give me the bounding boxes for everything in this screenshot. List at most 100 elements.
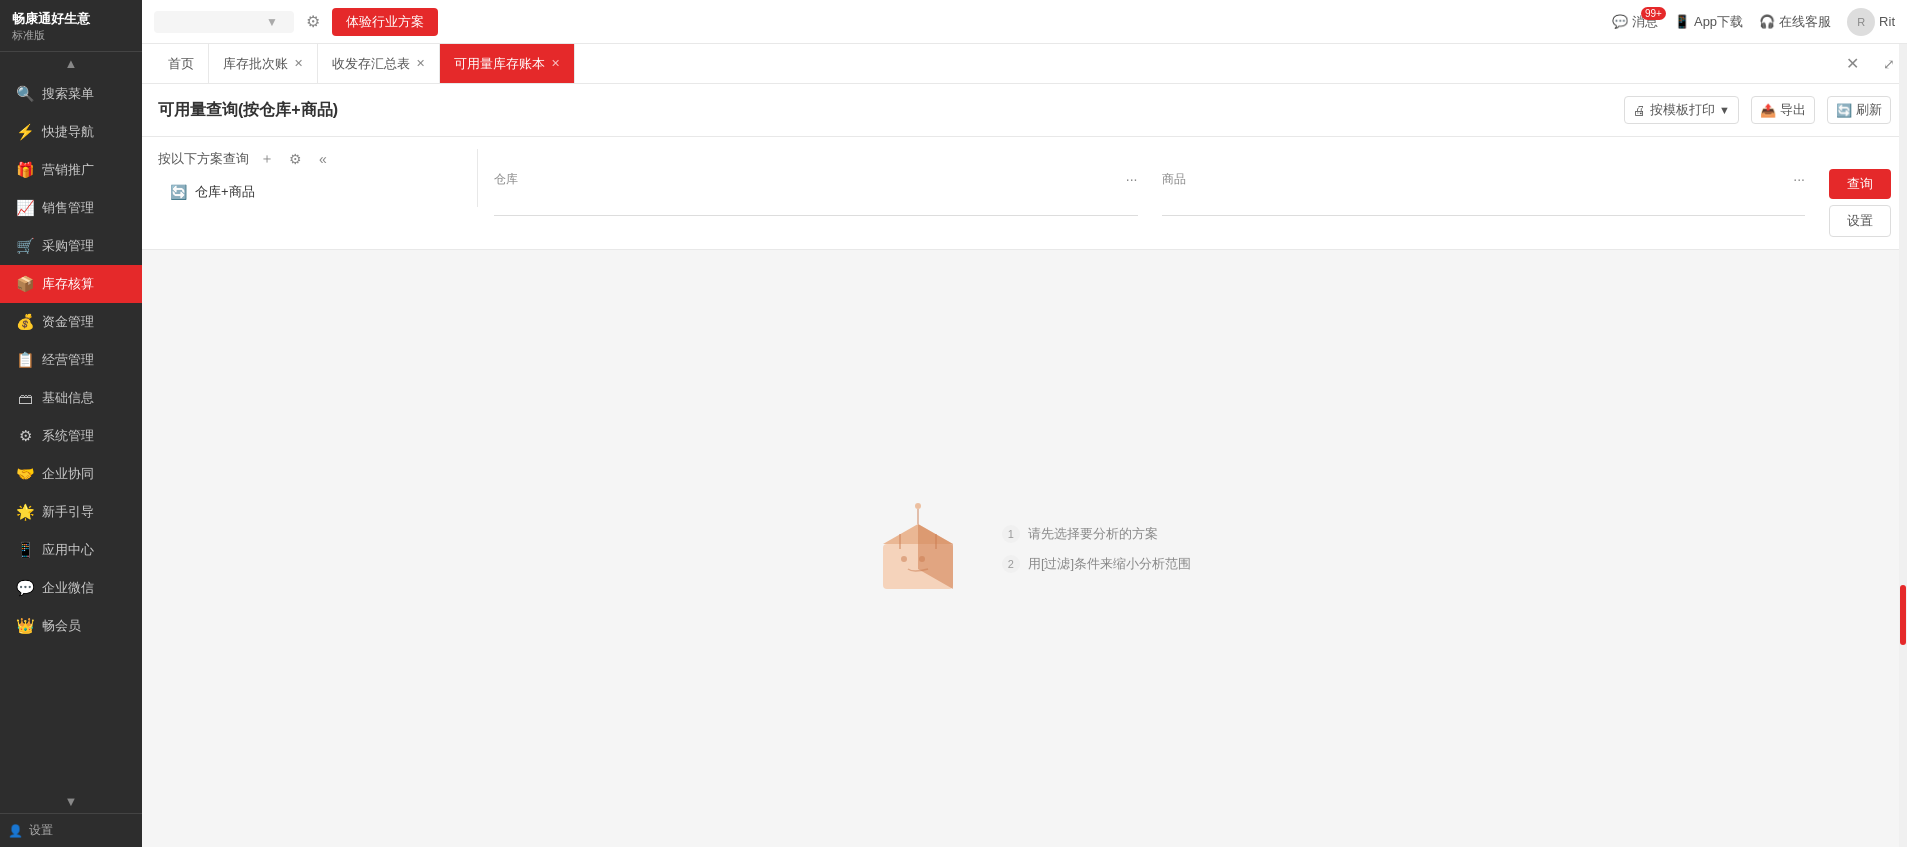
app-download-btn[interactable]: 📱 App下载 bbox=[1674, 13, 1743, 31]
sidebar-item-system[interactable]: ⚙ 系统管理 bbox=[0, 417, 142, 455]
tab-available-close[interactable]: ✕ bbox=[551, 57, 560, 70]
sidebar-icon-inventory: 📦 bbox=[16, 275, 34, 293]
brand-area: 畅康通好生意 标准版 bbox=[0, 0, 142, 52]
sidebar-icon-marketing: 🎁 bbox=[16, 161, 34, 179]
message-btn[interactable]: 💬 消息 99+ bbox=[1612, 13, 1658, 31]
filter-field-warehouse: 仓库 ··· bbox=[494, 171, 1138, 216]
empty-state: 1 请先选择要分析的方案 2 用[过滤]条件来缩小分析范围 bbox=[142, 250, 1907, 847]
filter-warehouse-more[interactable]: ··· bbox=[1126, 171, 1138, 187]
brand-name: 畅康通好生意 bbox=[12, 10, 130, 28]
scheme-item-warehouse-goods[interactable]: 🔄 仓库+商品 bbox=[158, 177, 461, 207]
user-area[interactable]: R Rit bbox=[1847, 8, 1895, 36]
phone-icon: 📱 bbox=[1674, 14, 1690, 29]
tab-summary-label: 收发存汇总表 bbox=[332, 55, 410, 73]
sidebar-label-inventory: 库存核算 bbox=[42, 275, 94, 293]
trial-btn[interactable]: 体验行业方案 bbox=[332, 8, 438, 36]
online-service-label: 在线客服 bbox=[1779, 13, 1831, 31]
export-icon: 📤 bbox=[1760, 103, 1776, 118]
scroll-up-btn[interactable]: ▲ bbox=[0, 52, 142, 75]
print-icon: 🖨 bbox=[1633, 103, 1646, 118]
filter-goods-input[interactable] bbox=[1162, 192, 1806, 216]
content-area: 可用量查询(按仓库+商品) 🖨 按模板打印 ▼ 📤 导出 🔄 刷新 bbox=[142, 84, 1907, 847]
filter-goods-more[interactable]: ··· bbox=[1793, 171, 1805, 187]
scrollbar-thumb[interactable] bbox=[1900, 585, 1906, 645]
sidebar-item-sales[interactable]: 📈 销售管理 bbox=[0, 189, 142, 227]
print-dropdown-icon[interactable]: ▼ bbox=[1719, 104, 1730, 116]
sidebar-item-basic[interactable]: 🗃 基础信息 bbox=[0, 379, 142, 417]
sidebar-label-appcenter: 应用中心 bbox=[42, 541, 94, 559]
filter-warehouse-label-row: 仓库 ··· bbox=[494, 171, 1138, 188]
refresh-btn[interactable]: 🔄 刷新 bbox=[1827, 96, 1891, 124]
empty-illustration bbox=[858, 489, 978, 609]
sidebar-item-appcenter[interactable]: 📱 应用中心 bbox=[0, 531, 142, 569]
sidebar-item-member[interactable]: 👑 畅会员 bbox=[0, 607, 142, 645]
sidebar-bottom: 👤 设置 bbox=[0, 813, 142, 847]
filter-goods-label-row: 商品 ··· bbox=[1162, 171, 1806, 188]
export-btn[interactable]: 📤 导出 bbox=[1751, 96, 1815, 124]
sidebar-item-marketing[interactable]: 🎁 营销推广 bbox=[0, 151, 142, 189]
tab-summary-close[interactable]: ✕ bbox=[416, 57, 425, 70]
online-service-btn[interactable]: 🎧 在线客服 bbox=[1759, 13, 1831, 31]
sidebar-label-sales: 销售管理 bbox=[42, 199, 94, 217]
hint-text-2: 用[过滤]条件来缩小分析范围 bbox=[1028, 555, 1191, 573]
sidebar-item-wechat[interactable]: 💬 企业微信 bbox=[0, 569, 142, 607]
sidebar-label-shortcut: 快捷导航 bbox=[42, 123, 94, 141]
svg-point-5 bbox=[901, 556, 907, 562]
tab-batch-close[interactable]: ✕ bbox=[294, 57, 303, 70]
print-btn[interactable]: 🖨 按模板打印 ▼ bbox=[1624, 96, 1739, 124]
svg-point-6 bbox=[919, 556, 925, 562]
sidebar-icon-member: 👑 bbox=[16, 617, 34, 635]
empty-hint-2: 2 用[过滤]条件来缩小分析范围 bbox=[1002, 555, 1191, 573]
sidebar-icon-search: 🔍 bbox=[16, 85, 34, 103]
query-btn[interactable]: 查询 bbox=[1829, 169, 1891, 199]
dropdown-icon[interactable]: ▼ bbox=[266, 15, 278, 29]
sidebar-item-inventory[interactable]: 📦 库存核算 bbox=[0, 265, 142, 303]
sidebar-icon-purchase: 🛒 bbox=[16, 237, 34, 255]
sidebar-item-enterprise[interactable]: 🤝 企业协同 bbox=[0, 455, 142, 493]
gear-icon[interactable]: ⚙ bbox=[302, 8, 324, 35]
sidebar-item-newguide[interactable]: 🌟 新手引导 bbox=[0, 493, 142, 531]
sidebar-item-shortcut[interactable]: ⚡ 快捷导航 bbox=[0, 113, 142, 151]
sidebar-label-purchase: 采购管理 bbox=[42, 237, 94, 255]
sidebar-item-purchase[interactable]: 🛒 采购管理 bbox=[0, 227, 142, 265]
tab-batch[interactable]: 库存批次账 ✕ bbox=[209, 44, 318, 83]
tab-home[interactable]: 首页 bbox=[154, 44, 209, 83]
tab-available[interactable]: 可用量库存账本 ✕ bbox=[440, 44, 575, 83]
scroll-down-btn[interactable]: ▼ bbox=[0, 790, 142, 813]
hint-text-1: 请先选择要分析的方案 bbox=[1028, 525, 1158, 543]
message-icon: 💬 bbox=[1612, 14, 1628, 29]
filter-warehouse-input[interactable] bbox=[494, 192, 1138, 216]
export-label: 导出 bbox=[1780, 101, 1806, 119]
sidebar-label-marketing: 营销推广 bbox=[42, 161, 94, 179]
sidebar-label-search: 搜索菜单 bbox=[42, 85, 94, 103]
add-scheme-btn[interactable]: ＋ bbox=[257, 149, 277, 169]
sidebar-item-finance[interactable]: 💰 资金管理 bbox=[0, 303, 142, 341]
sidebar-icon-enterprise: 🤝 bbox=[16, 465, 34, 483]
filter-field-goods: 商品 ··· bbox=[1162, 171, 1806, 216]
app-download-label: App下载 bbox=[1694, 13, 1743, 31]
refresh-label: 刷新 bbox=[1856, 101, 1882, 119]
tab-available-label: 可用量库存账本 bbox=[454, 55, 545, 73]
settings-btn[interactable]: 设置 bbox=[1829, 205, 1891, 237]
sidebar-icon-basic: 🗃 bbox=[16, 389, 34, 407]
filter-right: 仓库 ··· 商品 ··· 查询 设置 bbox=[494, 149, 1891, 237]
search-input[interactable] bbox=[162, 15, 262, 29]
bottom-icon: 👤 bbox=[8, 824, 23, 838]
sidebar-icon-system: ⚙ bbox=[16, 427, 34, 445]
sidebar-icon-wechat: 💬 bbox=[16, 579, 34, 597]
tab-summary[interactable]: 收发存汇总表 ✕ bbox=[318, 44, 440, 83]
sidebar-icon-shortcut: ⚡ bbox=[16, 123, 34, 141]
scheme-settings-btn[interactable]: ⚙ bbox=[285, 149, 305, 169]
topbar-right: 💬 消息 99+ 📱 App下载 🎧 在线客服 R Rit bbox=[1612, 8, 1895, 36]
sidebar-item-operation[interactable]: 📋 经营管理 bbox=[0, 341, 142, 379]
sidebar-item-search[interactable]: 🔍 搜索菜单 bbox=[0, 75, 142, 113]
collapse-btn[interactable]: « bbox=[313, 149, 333, 169]
scheme-item-icon: 🔄 bbox=[170, 184, 187, 200]
tabbar: 首页 库存批次账 ✕ 收发存汇总表 ✕ 可用量库存账本 ✕ ✕ ⤢ bbox=[142, 44, 1907, 84]
svg-point-8 bbox=[915, 503, 921, 509]
right-scrollbar[interactable] bbox=[1899, 44, 1907, 847]
sidebar-icon-finance: 💰 bbox=[16, 313, 34, 331]
sidebar-label-member: 畅会员 bbox=[42, 617, 81, 635]
tab-close-all-btn[interactable]: ✕ bbox=[1834, 46, 1871, 81]
hint-num-2: 2 bbox=[1002, 555, 1020, 573]
